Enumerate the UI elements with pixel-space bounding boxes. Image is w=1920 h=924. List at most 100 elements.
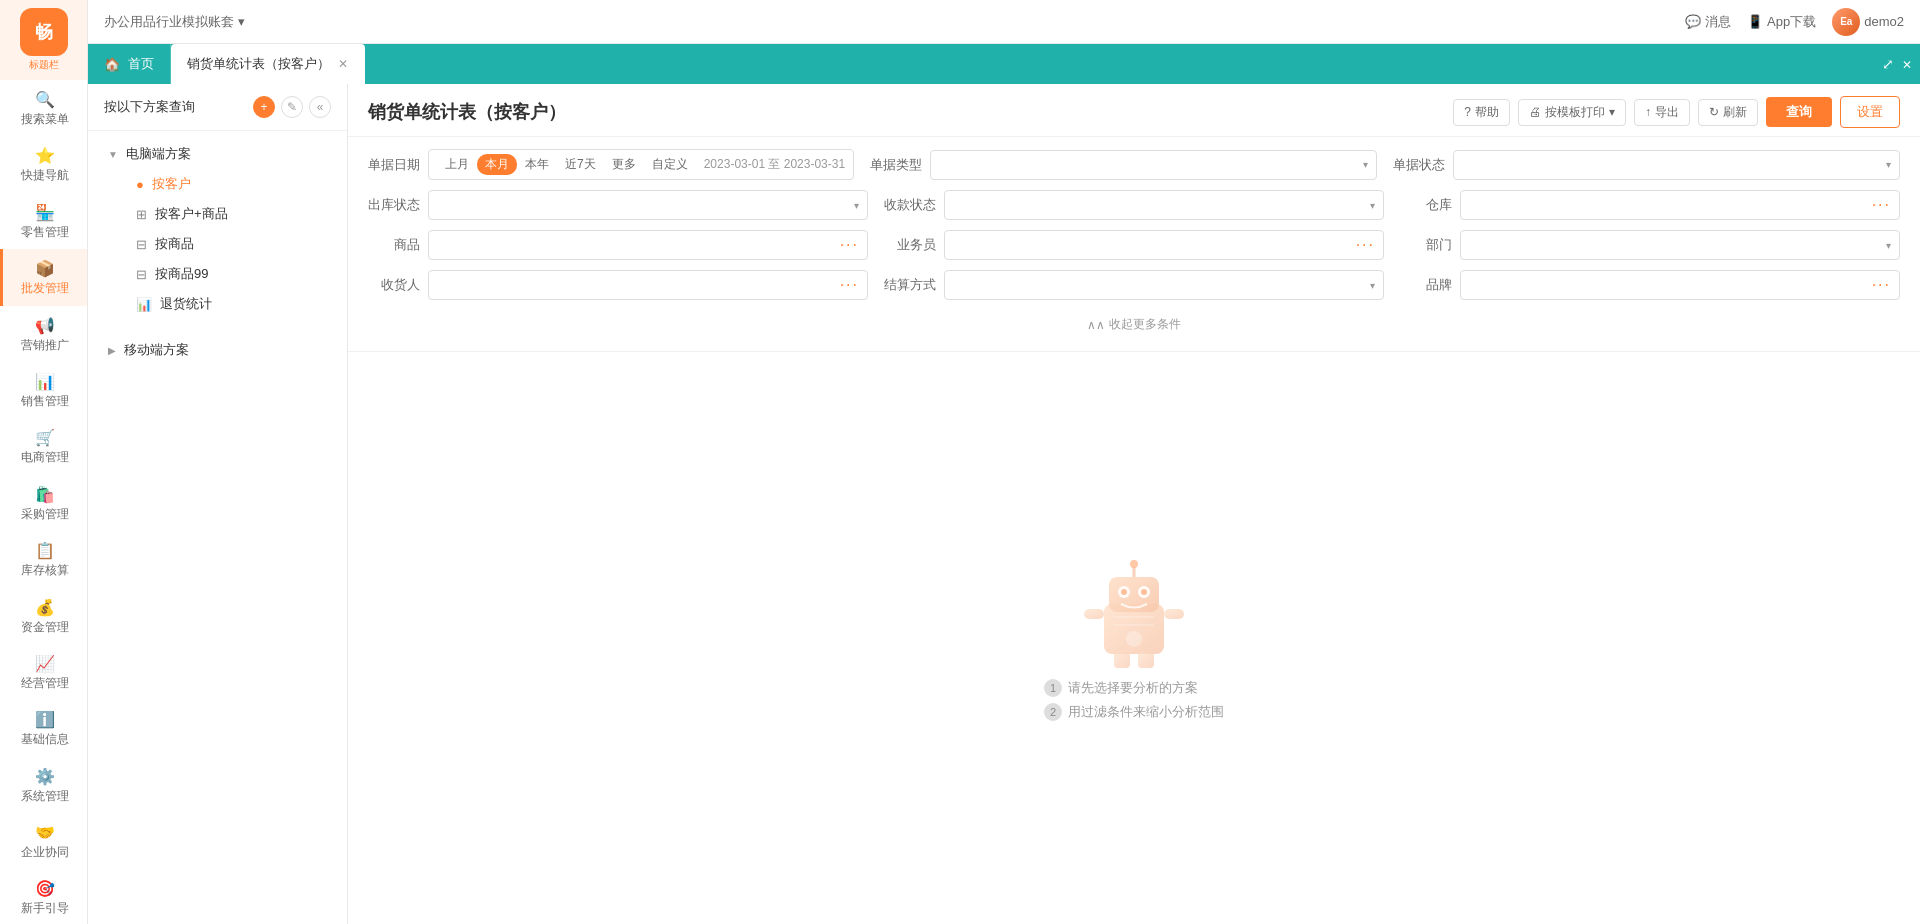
tree-item-by-customer-product[interactable]: ⊞ 按客户+商品 <box>88 199 347 229</box>
this-month-tab[interactable]: 本月 <box>477 154 517 175</box>
out-status-select[interactable]: ▾ <box>428 190 868 220</box>
collapse-bar[interactable]: ∧∧ 收起更多条件 <box>368 310 1900 339</box>
out-status-arrow-icon: ▾ <box>854 200 859 211</box>
quick-nav-icon: ⭐ <box>35 146 55 165</box>
tab-maximize-button[interactable]: ⤢ <box>1882 56 1894 72</box>
topbar-left: 办公用品行业模拟账套 ▾ <box>104 13 245 31</box>
sidebar-item-purchase[interactable]: 🛍️ 采购管理 <box>0 475 87 531</box>
sidebar-item-guide[interactable]: 🎯 新手引导 <box>0 869 87 924</box>
app-download-button[interactable]: 📱 App下载 <box>1747 13 1816 31</box>
export-button[interactable]: ↑ 导出 <box>1634 99 1690 126</box>
sidebar-label-retail: 零售管理 <box>21 225 69 239</box>
tab-sales-stats[interactable]: 销货单统计表（按客户） ✕ <box>171 44 365 84</box>
inventory-icon: 📋 <box>35 541 55 560</box>
sidebar-item-finance[interactable]: 💰 资金管理 <box>0 588 87 644</box>
tree-section-desktop: ▼ 电脑端方案 ● 按客户 ⊞ 按客户+商品 ⊟ 按商品 ⊟ 按商品99 <box>88 131 347 327</box>
settlement-label: 结算方式 <box>884 276 936 294</box>
refresh-button[interactable]: ↻ 刷新 <box>1698 99 1758 126</box>
svg-rect-8 <box>1084 609 1104 619</box>
hint-num-1: 1 <box>1044 679 1062 697</box>
system-icon: ⚙️ <box>35 767 55 786</box>
desktop-arrow-icon: ▼ <box>108 149 118 160</box>
custom-tab[interactable]: 自定义 <box>644 154 696 175</box>
empty-hint-2: 2 用过滤条件来缩小分析范围 <box>1044 703 1224 721</box>
tab-restore-button[interactable]: ✕ <box>1902 56 1912 72</box>
tab-home[interactable]: 🏠 首页 <box>88 44 171 84</box>
sidebar-item-system[interactable]: ⚙️ 系统管理 <box>0 757 87 813</box>
product-select[interactable]: ··· <box>428 230 868 260</box>
svg-rect-10 <box>1114 652 1130 668</box>
this-year-tab[interactable]: 本年 <box>517 154 557 175</box>
sales-icon: 📊 <box>35 372 55 391</box>
sidebar-label-system: 系统管理 <box>21 789 69 803</box>
sidebar-label-search: 搜索菜单 <box>21 112 69 126</box>
date-range-text: 2023-03-01 至 2023-03-31 <box>704 156 845 173</box>
left-panel-title: 按以下方案查询 <box>104 98 195 116</box>
help-button[interactable]: ? 帮助 <box>1453 99 1510 126</box>
edit-scheme-button[interactable]: ✎ <box>281 96 303 118</box>
app-download-label: App下载 <box>1767 13 1816 31</box>
sidebar-item-wholesale[interactable]: 📦 批发管理 <box>0 249 87 305</box>
filter-order-status: 单据状态 ▾ <box>1393 150 1900 180</box>
last-7-tab[interactable]: 近7天 <box>557 154 604 175</box>
filter-row-1: 单据日期 上月 本月 本年 近7天 更多 自定义 2023-03-01 至 20… <box>368 149 1900 180</box>
sidebar-item-retail[interactable]: 🏪 零售管理 <box>0 193 87 249</box>
export-icon: ↑ <box>1645 105 1651 119</box>
prev-month-tab[interactable]: 上月 <box>437 154 477 175</box>
receiver-select[interactable]: ··· <box>428 270 868 300</box>
tree-item-by-product-99[interactable]: ⊟ 按商品99 <box>88 259 347 289</box>
filter-warehouse: 仓库 ··· <box>1400 190 1900 220</box>
page-header: 销货单统计表（按客户） ? 帮助 🖨 按模板打印 ▾ ↑ 导出 <box>348 84 1920 137</box>
user-profile[interactable]: Ea demo2 <box>1832 8 1904 36</box>
add-scheme-button[interactable]: + <box>253 96 275 118</box>
receipt-status-label: 收款状态 <box>884 196 936 214</box>
tab-close-icon[interactable]: ✕ <box>338 57 348 71</box>
refresh-icon: ↻ <box>1709 105 1719 119</box>
tree-item-by-customer[interactable]: ● 按客户 <box>88 169 347 199</box>
settlement-select[interactable]: ▾ <box>944 270 1384 300</box>
return-stats-icon: 📊 <box>136 297 152 312</box>
customer-product-icon: ⊞ <box>136 207 147 222</box>
finance-icon: 💰 <box>35 598 55 617</box>
tree-section-mobile-header[interactable]: ▶ 移动端方案 <box>88 335 347 365</box>
export-label: 导出 <box>1655 104 1679 121</box>
filter-receipt-status: 收款状态 ▾ <box>884 190 1384 220</box>
sidebar-item-basic[interactable]: ℹ️ 基础信息 <box>0 700 87 756</box>
salesperson-select[interactable]: ··· <box>944 230 1384 260</box>
sidebar-item-quick-nav[interactable]: ⭐ 快捷导航 <box>0 136 87 192</box>
more-tab[interactable]: 更多 <box>604 154 644 175</box>
print-icon: 🖨 <box>1529 105 1541 119</box>
department-select[interactable]: ▾ <box>1460 230 1900 260</box>
order-status-select[interactable]: ▾ <box>1453 150 1900 180</box>
sidebar-item-ecommerce[interactable]: 🛒 电商管理 <box>0 418 87 474</box>
collapse-panel-button[interactable]: « <box>309 96 331 118</box>
sidebar-item-sales[interactable]: 📊 销售管理 <box>0 362 87 418</box>
receiver-label: 收货人 <box>368 276 420 294</box>
tree-item-by-product[interactable]: ⊟ 按商品 <box>88 229 347 259</box>
sidebar-label-sales: 销售管理 <box>21 394 69 408</box>
receipt-status-select[interactable]: ▾ <box>944 190 1384 220</box>
sidebar-label-inventory: 库存核算 <box>21 563 69 577</box>
settings-button[interactable]: 设置 <box>1840 96 1900 128</box>
date-picker[interactable]: 上月 本月 本年 近7天 更多 自定义 2023-03-01 至 2023-03… <box>428 149 854 180</box>
template-print-button[interactable]: 🖨 按模板打印 ▾ <box>1518 99 1626 126</box>
mobile-arrow-icon: ▶ <box>108 345 116 356</box>
warehouse-more-icon: ··· <box>1872 196 1891 214</box>
left-panel-header: 按以下方案查询 + ✎ « <box>88 84 347 131</box>
filter-area: 单据日期 上月 本月 本年 近7天 更多 自定义 2023-03-01 至 20… <box>348 137 1920 352</box>
tree-item-return-stats[interactable]: 📊 退货统计 <box>88 289 347 319</box>
warehouse-select[interactable]: ··· <box>1460 190 1900 220</box>
sidebar-item-enterprise[interactable]: 🤝 企业协同 <box>0 813 87 869</box>
query-button[interactable]: 查询 <box>1766 97 1832 127</box>
brand-select[interactable]: ··· <box>1460 270 1900 300</box>
tree-section-desktop-header[interactable]: ▼ 电脑端方案 <box>88 139 347 169</box>
filter-row-4: 收货人 ··· 结算方式 ▾ 品牌 <box>368 270 1900 300</box>
sidebar-item-search[interactable]: 🔍 搜索菜单 <box>0 80 87 136</box>
order-type-select[interactable]: ▾ <box>930 150 1377 180</box>
department-arrow-icon: ▾ <box>1886 240 1891 251</box>
sidebar-item-inventory[interactable]: 📋 库存核算 <box>0 531 87 587</box>
message-button[interactable]: 💬 消息 <box>1685 13 1731 31</box>
sidebar-item-marketing[interactable]: 📢 营销推广 <box>0 306 87 362</box>
industry-dropdown[interactable]: 办公用品行业模拟账套 ▾ <box>104 13 245 31</box>
sidebar-item-business[interactable]: 📈 经营管理 <box>0 644 87 700</box>
